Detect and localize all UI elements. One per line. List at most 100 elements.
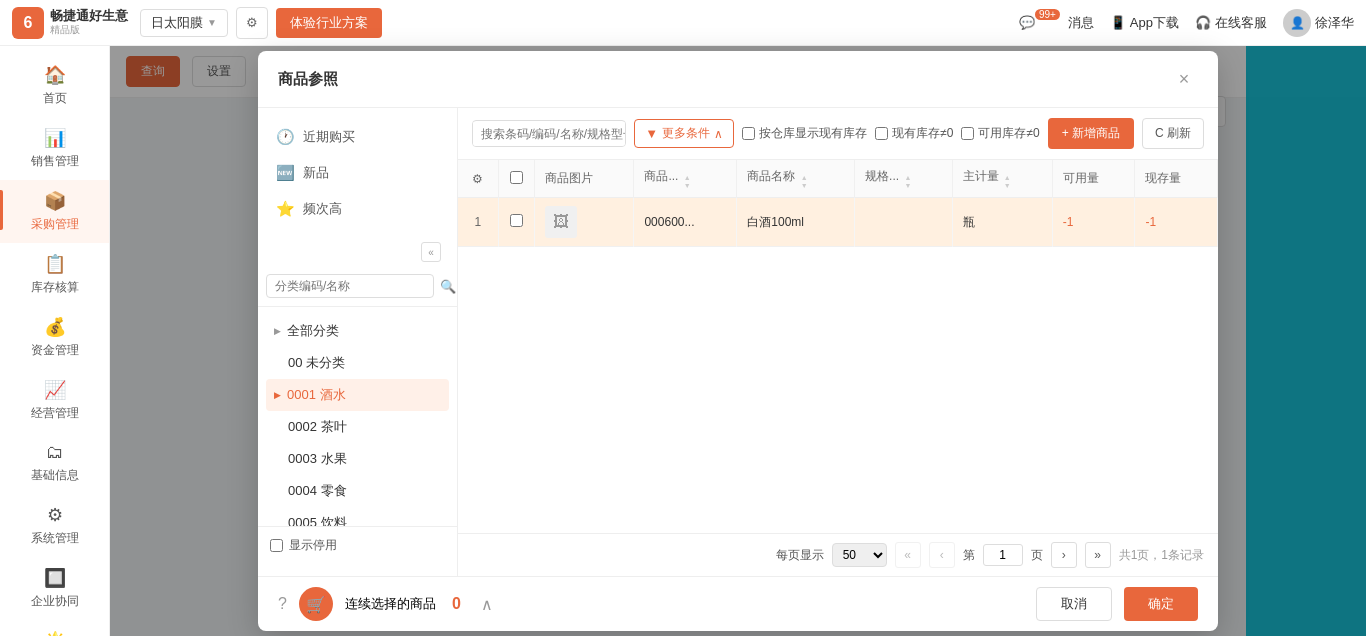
product-search-input[interactable] — [473, 122, 626, 146]
sidebar-item-label: 资金管理 — [31, 342, 79, 359]
stock-checkbox[interactable] — [875, 127, 888, 140]
sidebar-item-home[interactable]: 🏠 首页 — [0, 54, 109, 117]
phone-icon: 📱 — [1110, 15, 1126, 30]
category-label: 0005 饮料 — [274, 514, 347, 526]
td-stock: -1 — [1135, 198, 1218, 247]
sidebar-item-system[interactable]: ⚙ 系统管理 — [0, 494, 109, 557]
page-number-input[interactable] — [983, 544, 1023, 566]
sidebar-item-label: 企业协同 — [31, 593, 79, 610]
modal-body: 🕐 近期购买 🆕 新品 ⭐ 频次高 — [258, 108, 1218, 576]
app-download-button[interactable]: 📱 App下载 — [1110, 14, 1179, 32]
checkbox-stock[interactable]: 现有库存≠0 — [875, 125, 953, 142]
category-0001[interactable]: ▶ 0001 酒水 — [266, 379, 449, 411]
nav-label: 新品 — [303, 164, 329, 182]
service-button[interactable]: 🎧 在线客服 — [1195, 14, 1267, 32]
sidebar-item-basic[interactable]: 🗂 基础信息 — [0, 432, 109, 494]
home-icon: 🏠 — [44, 64, 66, 86]
gear-button[interactable]: ⚙ — [236, 7, 268, 39]
refresh-button[interactable]: C 刷新 — [1142, 118, 1204, 149]
td-spec — [855, 198, 952, 247]
category-search-icon[interactable]: 🔍 — [440, 279, 456, 294]
first-page-button[interactable]: « — [895, 542, 921, 568]
category-search-input[interactable] — [266, 274, 434, 298]
select-all-checkbox[interactable] — [510, 171, 523, 184]
th-spec: 规格... ▲▼ — [855, 160, 952, 198]
category-0004[interactable]: 0004 零食 — [266, 475, 449, 507]
total-info: 共1页，1条记录 — [1119, 547, 1204, 564]
th-available: 可用量 — [1052, 160, 1135, 198]
topbar: 6 畅捷通好生意 精品版 日太阳膜 ▼ ⚙ 体验行业方案 💬 99+ 消息 📱 … — [0, 0, 1366, 46]
help-icon[interactable]: ? — [278, 595, 287, 613]
content-area: 查询 设置 × ⤢ 刷新 商品参照 × — [110, 46, 1366, 636]
toolbar-right: + 新增商品 C 刷新 — [1048, 118, 1204, 149]
enterprise-icon: 🔲 — [44, 567, 66, 589]
operations-icon: 📈 — [44, 379, 66, 401]
category-all[interactable]: ▶ 全部分类 — [266, 315, 449, 347]
footer-buttons: 取消 确定 — [1036, 587, 1198, 621]
nav-recent-purchase[interactable]: 🕐 近期购买 — [266, 120, 449, 154]
category-0005[interactable]: 0005 饮料 — [266, 507, 449, 526]
category-list: ▶ 全部分类 00 未分类 ▶ 0001 酒水 0002 茶 — [258, 307, 457, 526]
category-search-row: 🔍 — [258, 274, 457, 307]
sidebar-item-enterprise[interactable]: 🔲 企业协同 — [0, 557, 109, 620]
nav-frequent[interactable]: ⭐ 频次高 — [266, 192, 449, 226]
table-header-row: ⚙ 商品图片 商品... ▲▼ 商品名称 — [458, 160, 1218, 198]
page-size-select[interactable]: 50 10 20 100 — [832, 543, 887, 567]
next-page-button[interactable]: › — [1051, 542, 1077, 568]
trial-button[interactable]: 体验行业方案 — [276, 8, 382, 38]
last-page-button[interactable]: » — [1085, 542, 1111, 568]
star-icon: ⭐ — [276, 200, 295, 218]
prev-page-button[interactable]: ‹ — [929, 542, 955, 568]
category-00[interactable]: 00 未分类 — [266, 347, 449, 379]
show-disabled-checkbox[interactable] — [270, 539, 283, 552]
td-available: -1 — [1052, 198, 1135, 247]
nav-selected-label: 日太阳膜 — [151, 14, 203, 32]
stock-label: 现有库存≠0 — [892, 125, 953, 142]
modal-right-panel: 🔍 ▼ 更多条件 ∧ 按仓库显示现有库存 — [458, 108, 1218, 576]
confirm-button[interactable]: 确定 — [1124, 587, 1198, 621]
gear-icon: ⚙ — [246, 15, 258, 30]
checkbox-warehouse[interactable]: 按仓库显示现有库存 — [742, 125, 867, 142]
warehouse-checkbox[interactable] — [742, 127, 755, 140]
category-label: 全部分类 — [287, 322, 339, 340]
sidebar-item-guide[interactable]: 🌟 新手引导 — [0, 620, 109, 636]
headset-icon: 🎧 — [1195, 15, 1211, 30]
category-0003[interactable]: 0003 水果 — [266, 443, 449, 475]
page-suffix-label: 页 — [1031, 547, 1043, 564]
td-image: 🖼 — [534, 198, 634, 247]
messages-button[interactable]: 💬 99+ 消息 — [1019, 14, 1094, 32]
category-0002[interactable]: 0002 茶叶 — [266, 411, 449, 443]
table-row[interactable]: 1 🖼 — [458, 198, 1218, 247]
messages-label: 消息 — [1068, 14, 1094, 32]
th-select — [498, 160, 534, 198]
sidebar-item-sales[interactable]: 📊 销售管理 — [0, 117, 109, 180]
filter-up-icon: ∧ — [714, 127, 723, 141]
sidebar-item-finance[interactable]: 💰 资金管理 — [0, 306, 109, 369]
cancel-button[interactable]: 取消 — [1036, 587, 1112, 621]
modal-close-button[interactable]: × — [1170, 65, 1198, 93]
available-checkbox[interactable] — [961, 127, 974, 140]
collapse-footer-icon[interactable]: ∧ — [481, 595, 493, 614]
messages-badge: 99+ — [1035, 9, 1060, 20]
nav-new-products[interactable]: 🆕 新品 — [266, 156, 449, 190]
topbar-right: 💬 99+ 消息 📱 App下载 🎧 在线客服 👤 徐泽华 — [1019, 9, 1354, 37]
add-product-button[interactable]: + 新增商品 — [1048, 118, 1134, 149]
row-checkbox[interactable] — [510, 214, 523, 227]
product-reference-modal: 商品参照 × 🕐 近期购买 — [258, 51, 1218, 631]
logo-area: 6 畅捷通好生意 精品版 — [12, 7, 128, 39]
quick-nav: 🕐 近期购买 🆕 新品 ⭐ 频次高 — [258, 120, 457, 226]
service-label: 在线客服 — [1215, 14, 1267, 32]
checkbox-available[interactable]: 可用库存≠0 — [961, 125, 1039, 142]
selected-count: 0 — [452, 595, 461, 613]
collapse-left-button[interactable]: « — [421, 242, 441, 262]
user-profile[interactable]: 👤 徐泽华 — [1283, 9, 1354, 37]
category-label: 0004 零食 — [274, 482, 347, 500]
nav-dropdown[interactable]: 日太阳膜 ▼ — [140, 9, 228, 37]
pagination: 每页显示 50 10 20 100 « ‹ 第 页 — [458, 533, 1218, 576]
sidebar-item-operations[interactable]: 📈 经营管理 — [0, 369, 109, 432]
sidebar-item-purchase[interactable]: 📦 采购管理 — [0, 180, 109, 243]
sidebar-item-label: 库存核算 — [31, 279, 79, 296]
sidebar-item-inventory[interactable]: 📋 库存核算 — [0, 243, 109, 306]
cart-button[interactable]: 🛒 — [299, 587, 333, 621]
filter-button[interactable]: ▼ 更多条件 ∧ — [634, 119, 734, 148]
